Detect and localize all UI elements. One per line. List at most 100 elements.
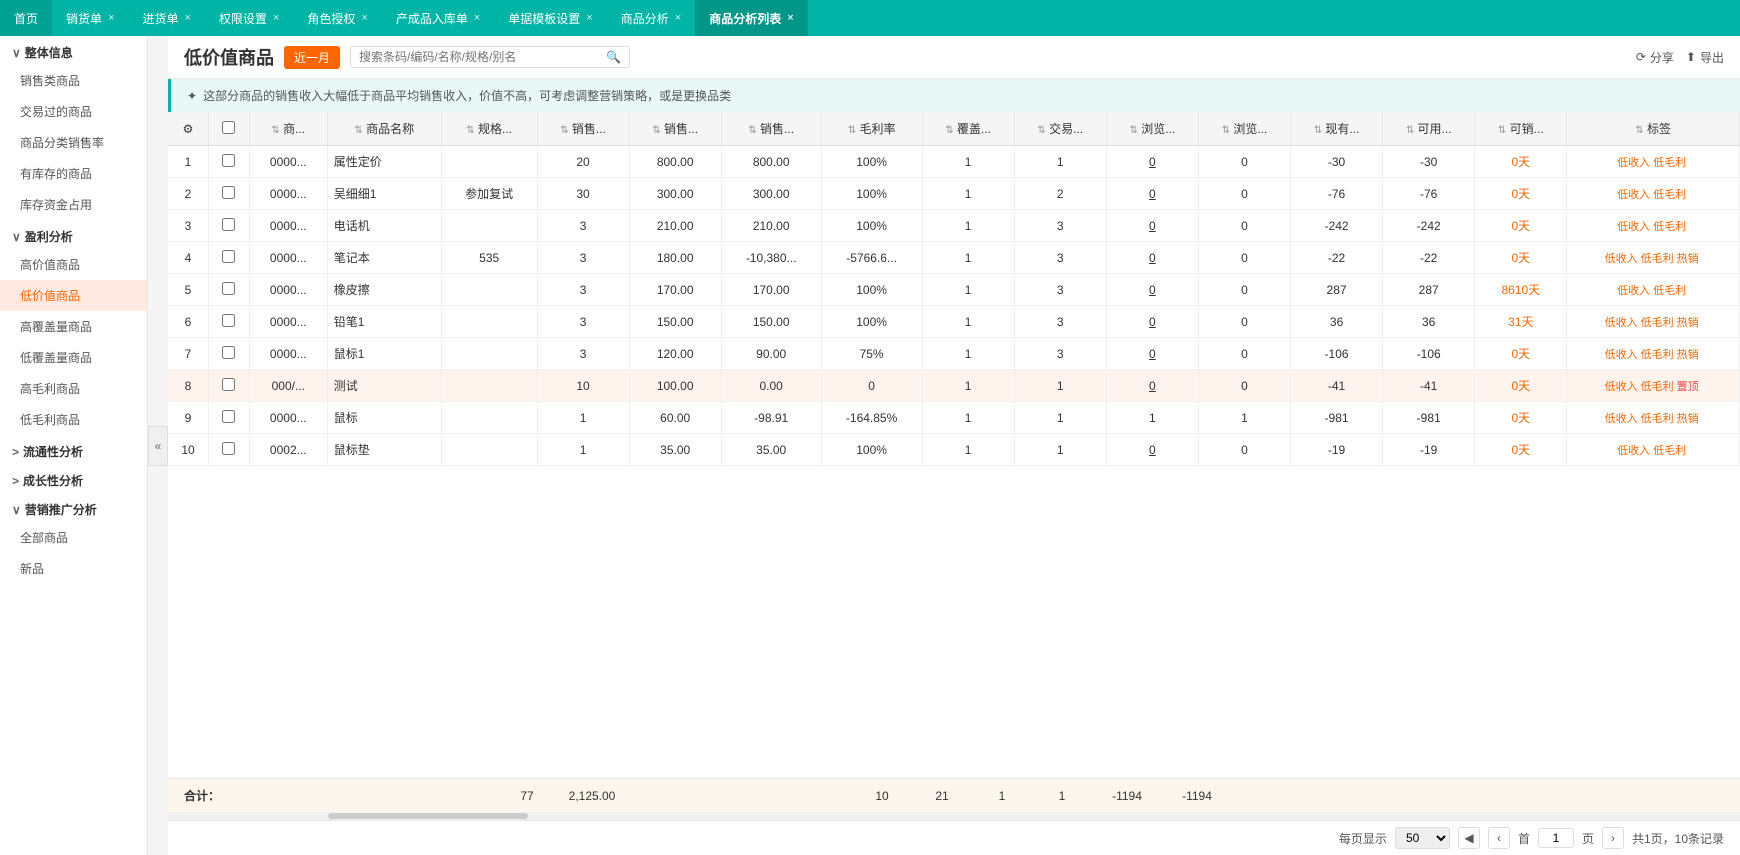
sidebar-item-全部商品[interactable]: 全部商品 <box>0 522 147 553</box>
sidebar-item-商品分类销售率[interactable]: 商品分类销售率 <box>0 127 147 158</box>
scrollbar-thumb[interactable] <box>328 813 528 819</box>
close-icon[interactable]: × <box>108 12 114 24</box>
sidebar-group-盈利分析[interactable]: ∨盈利分析 <box>0 220 147 249</box>
sidebar-item-高覆盖量商品[interactable]: 高覆盖量商品 <box>0 311 147 342</box>
row-select-checkbox[interactable] <box>222 218 235 231</box>
row-select-checkbox[interactable] <box>222 186 235 199</box>
close-icon[interactable]: × <box>787 12 793 24</box>
sidebar-item-销售类商品[interactable]: 销售类商品 <box>0 65 147 96</box>
close-icon[interactable]: × <box>474 12 480 24</box>
row-checkbox[interactable] <box>209 178 250 210</box>
search-input[interactable] <box>359 50 606 64</box>
close-icon[interactable]: × <box>586 12 592 24</box>
row-checkbox[interactable] <box>209 306 250 338</box>
row-browse1[interactable]: 0 <box>1106 274 1198 306</box>
nav-item-单据模板设置[interactable]: 单据模板设置× <box>494 0 606 36</box>
row-browse1[interactable]: 0 <box>1106 434 1198 466</box>
page-input[interactable] <box>1538 828 1574 848</box>
sidebar-item-低价值商品[interactable]: 低价值商品 <box>0 280 147 311</box>
th-spec[interactable]: ⇅ 规格... <box>441 112 537 146</box>
sidebar-item-交易过的商品[interactable]: 交易过的商品 <box>0 96 147 127</box>
row-select-checkbox[interactable] <box>222 346 235 359</box>
row-select-checkbox[interactable] <box>222 282 235 295</box>
close-icon[interactable]: × <box>184 12 190 24</box>
th-checkbox[interactable] <box>209 112 250 146</box>
row-browse1[interactable]: 0 <box>1106 178 1198 210</box>
row-index: 7 <box>168 338 209 370</box>
sidebar-group-成长性分析[interactable]: >成长性分析 <box>0 464 147 493</box>
th-saleable[interactable]: ⇅ 可销... <box>1475 112 1567 146</box>
th-browse1[interactable]: ⇅ 浏览... <box>1106 112 1198 146</box>
nav-item-产成品入库单[interactable]: 产成品入库单× <box>382 0 494 36</box>
row-browse1[interactable]: 0 <box>1106 146 1198 178</box>
th-sale1[interactable]: ⇅ 销售... <box>537 112 629 146</box>
sidebar-item-低毛利商品[interactable]: 低毛利商品 <box>0 404 147 435</box>
row-select-checkbox[interactable] <box>222 314 235 327</box>
nav-item-进货单[interactable]: 进货单× <box>128 0 204 36</box>
row-select-checkbox[interactable] <box>222 250 235 263</box>
search-icon[interactable]: 🔍 <box>606 50 621 64</box>
th-gross[interactable]: ⇅ 毛利率 <box>821 112 922 146</box>
th-sale3[interactable]: ⇅ 销售... <box>721 112 821 146</box>
sidebar-collapse-button[interactable]: « <box>148 426 168 466</box>
row-sale3: 300.00 <box>721 178 821 210</box>
row-select-checkbox[interactable] <box>222 378 235 391</box>
th-settings[interactable]: ⚙ <box>168 112 209 146</box>
row-checkbox[interactable] <box>209 370 250 402</box>
filter-button[interactable]: 近一月 <box>284 46 340 69</box>
select-all-checkbox[interactable] <box>222 121 235 134</box>
nav-item-商品分析列表[interactable]: 商品分析列表× <box>695 0 807 36</box>
th-trade[interactable]: ⇅ 交易... <box>1014 112 1106 146</box>
horizontal-scrollbar[interactable] <box>168 812 1740 820</box>
nav-item-首页[interactable]: 首页 <box>0 0 52 36</box>
next-page-button[interactable]: › <box>1602 827 1624 849</box>
sidebar-group-流通性分析[interactable]: >流通性分析 <box>0 435 147 464</box>
th-tags[interactable]: ⇅ 标签 <box>1567 112 1740 146</box>
export-button[interactable]: ⬆ 导出 <box>1686 49 1724 66</box>
nav-item-销货单[interactable]: 销货单× <box>52 0 128 36</box>
th-current[interactable]: ⇅ 现有... <box>1291 112 1383 146</box>
nav-item-权限设置[interactable]: 权限设置× <box>205 0 293 36</box>
sidebar-item-有库存的商品[interactable]: 有库存的商品 <box>0 158 147 189</box>
row-checkbox[interactable] <box>209 338 250 370</box>
row-browse1[interactable]: 0 <box>1106 242 1198 274</box>
row-browse1[interactable]: 0 <box>1106 306 1198 338</box>
row-checkbox[interactable] <box>209 402 250 434</box>
sidebar-group-营销推广分析[interactable]: ∨营销推广分析 <box>0 493 147 522</box>
row-checkbox[interactable] <box>209 210 250 242</box>
th-browse2[interactable]: ⇅ 浏览... <box>1198 112 1290 146</box>
row-checkbox[interactable] <box>209 146 250 178</box>
nav-item-角色授权[interactable]: 角色授权× <box>293 0 381 36</box>
row-select-checkbox[interactable] <box>222 154 235 167</box>
th-name[interactable]: ⇅ 商品名称 <box>327 112 441 146</box>
row-checkbox[interactable] <box>209 242 250 274</box>
row-checkbox[interactable] <box>209 434 250 466</box>
first-page-button[interactable]: ◀ <box>1458 827 1480 849</box>
row-usable: -106 <box>1383 338 1475 370</box>
row-browse1[interactable]: 0 <box>1106 370 1198 402</box>
row-select-checkbox[interactable] <box>222 410 235 423</box>
th-code[interactable]: ⇅ 商... <box>249 112 327 146</box>
settings-icon[interactable]: ⚙ <box>183 122 194 136</box>
close-icon[interactable]: × <box>273 12 279 24</box>
sidebar-item-高价值商品[interactable]: 高价值商品 <box>0 249 147 280</box>
sidebar-item-库存资金占用[interactable]: 库存资金占用 <box>0 189 147 220</box>
row-name: 鼠标1 <box>327 338 441 370</box>
th-cover[interactable]: ⇅ 覆盖... <box>922 112 1014 146</box>
row-select-checkbox[interactable] <box>222 442 235 455</box>
close-icon[interactable]: × <box>675 12 681 24</box>
row-checkbox[interactable] <box>209 274 250 306</box>
sidebar-item-高毛利商品[interactable]: 高毛利商品 <box>0 373 147 404</box>
row-browse1[interactable]: 0 <box>1106 338 1198 370</box>
th-sale2[interactable]: ⇅ 销售... <box>629 112 721 146</box>
sidebar-item-低覆盖量商品[interactable]: 低覆盖量商品 <box>0 342 147 373</box>
row-browse1[interactable]: 0 <box>1106 210 1198 242</box>
share-button[interactable]: ⟳ 分享 <box>1636 49 1674 66</box>
prev-page-button[interactable]: ‹ <box>1488 827 1510 849</box>
sidebar-group-整体信息[interactable]: ∨整体信息 <box>0 36 147 65</box>
th-usable[interactable]: ⇅ 可用... <box>1383 112 1475 146</box>
nav-item-商品分析[interactable]: 商品分析× <box>607 0 695 36</box>
sidebar-item-新品[interactable]: 新品 <box>0 553 147 584</box>
per-page-select[interactable]: 50 100 200 <box>1395 827 1450 849</box>
close-icon[interactable]: × <box>361 12 367 24</box>
